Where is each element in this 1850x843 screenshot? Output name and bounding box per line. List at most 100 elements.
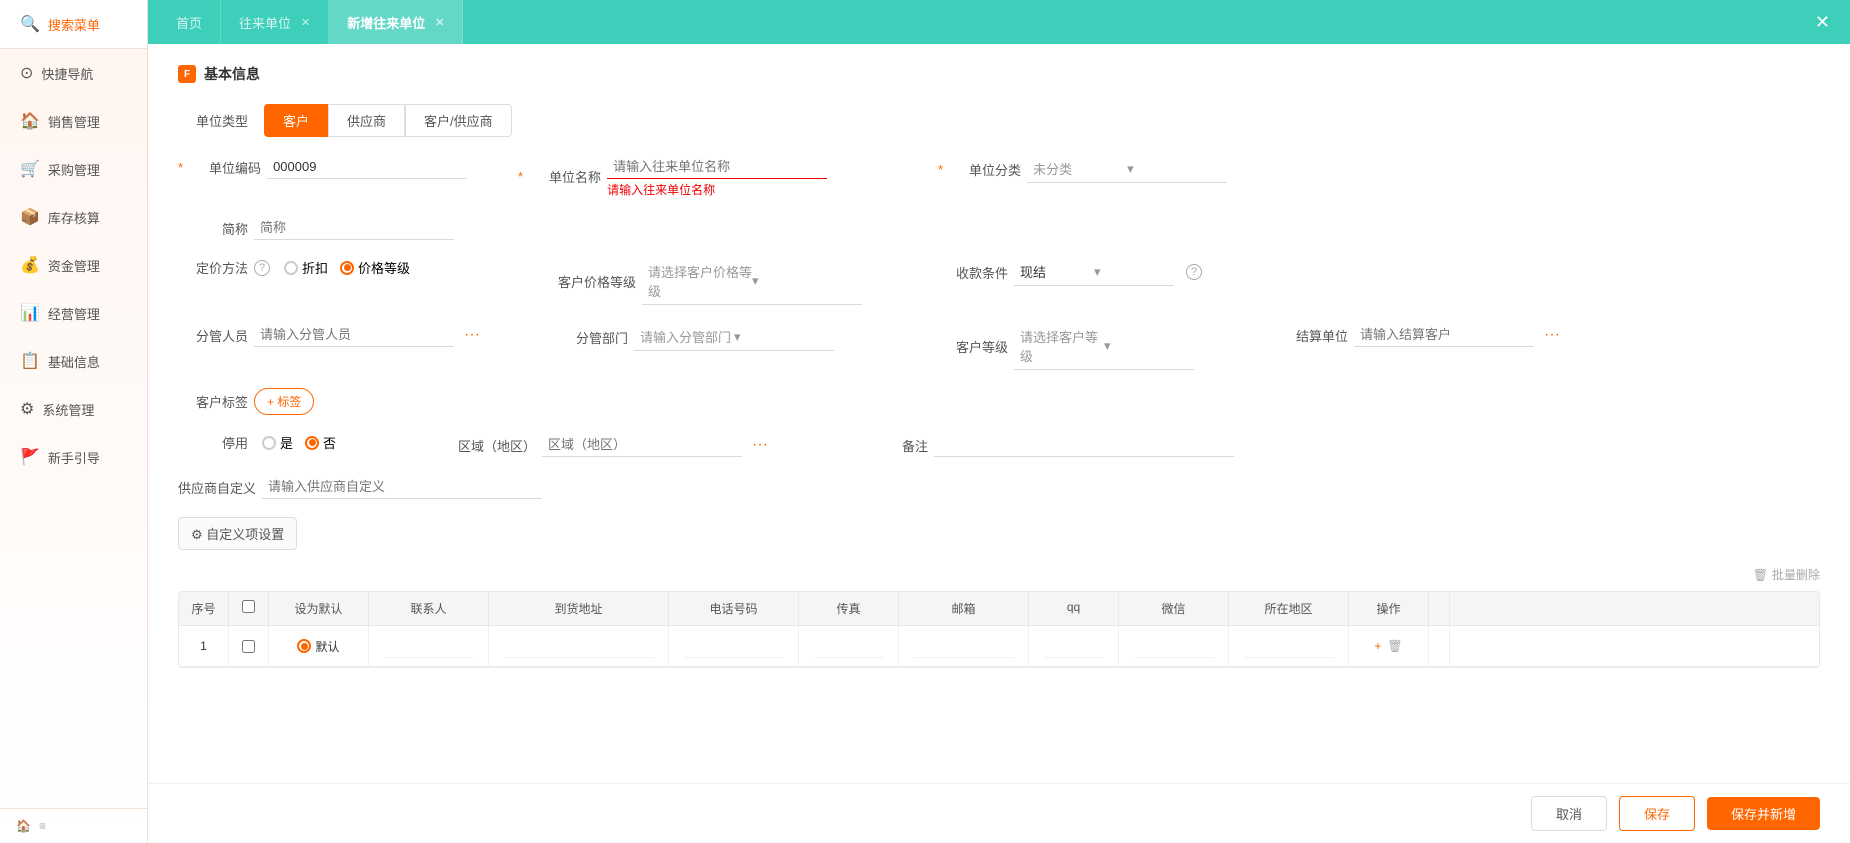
custom-settings-button[interactable]: ⚙ 自定义项设置 [178,517,297,550]
radio-no-label: 否 [323,433,336,452]
unit-type-row: 单位类型 客户 供应商 客户/供应商 [178,104,1820,137]
row-addr-input[interactable] [504,634,654,658]
supplier-custom-row: 供应商自定义 [178,475,1820,499]
customer-grade-select[interactable]: 请选择客户等级 ▾ [1014,323,1194,370]
unit-name-input[interactable] [607,155,827,179]
supplier-custom-label: 供应商自定义 [178,478,256,497]
sidebar-bottom: 🏠 ≡ [0,808,147,843]
default-radio[interactable]: 默认 [297,638,339,655]
department-select[interactable]: 请输入分管部门 ▾ [634,323,834,351]
tab-new-contact[interactable]: 新增往来单位 ✕ [329,0,463,44]
sidebar-item-finance[interactable]: 💰 资金管理 [0,241,147,289]
pricing-help-icon[interactable]: ? [254,260,270,276]
chevron-grade-icon: ▾ [752,273,856,289]
department-field: 分管部门 请输入分管部门 ▾ [558,323,938,351]
tab-home[interactable]: 首页 [158,0,221,44]
radio-grade-label: 价格等级 [358,258,410,277]
unit-code-input[interactable] [267,155,467,179]
region-input[interactable] [542,433,742,457]
tab-new-contact-label: 新增往来单位 [347,13,425,32]
th-checkbox[interactable] [242,600,255,613]
customer-price-grade-placeholder: 请选择客户价格等级 [648,262,752,300]
unit-btn-supplier[interactable]: 供应商 [328,104,405,137]
td-region [1229,626,1349,666]
remark-label: 备注 [858,436,928,455]
th-qq: qq [1029,592,1119,625]
pricing-row: 定价方法 ? 折扣 价格等级 客户价格等级 请选择客户价格等级 [178,258,1820,305]
disabled-label: 停用 [178,433,248,452]
radio-no[interactable]: 否 [305,433,336,452]
operations-icon: 📊 [20,303,40,323]
table-header: 序号 设为默认 联系人 到货地址 电话号码 传真 邮箱 qq 微信 所在地区 操… [179,592,1819,626]
settlement-unit-input[interactable] [1354,323,1534,347]
td-phone [669,626,799,666]
supervisor-row: 分管人员 ··· 分管部门 请输入分管部门 ▾ 客户等级 请选择客户等级 ▾ [178,323,1820,370]
sidebar-item-sales[interactable]: 🏠 销售管理 [0,97,147,145]
sidebar-item-operations[interactable]: 📊 经营管理 [0,289,147,337]
th-weixin: 微信 [1119,592,1229,625]
supervisor-more-icon[interactable]: ··· [460,326,484,344]
sidebar-item-basics[interactable]: 📋 基础信息 [0,337,147,385]
save-button[interactable]: 保存 [1619,796,1695,831]
sidebar-item-search[interactable]: 🔍 搜索菜单 [0,0,147,49]
radio-grade[interactable]: 价格等级 [340,258,410,277]
cancel-button[interactable]: 取消 [1531,796,1607,831]
payment-terms-select[interactable]: 现结 ▾ [1014,258,1174,286]
batch-delete-btn[interactable]: 🗑 批量删除 [1753,566,1820,583]
tab-new-contact-close[interactable]: ✕ [435,16,444,29]
row-checkbox[interactable] [242,640,255,653]
row-email-input[interactable] [914,634,1014,658]
row-region-input[interactable] [1244,634,1334,658]
region-more-icon[interactable]: ··· [748,436,772,454]
unit-btn-both[interactable]: 客户/供应商 [405,104,512,137]
newguide-icon: 🚩 [20,447,40,467]
row-phone-input[interactable] [684,634,784,658]
row-contact-input[interactable] [384,634,474,658]
customer-tag-row: 客户标签 + 标签 [178,388,1820,415]
unit-type-label: 单位类型 [178,111,248,130]
row-weixin-input[interactable] [1134,634,1214,658]
disabled-radio-group: 是 否 [262,433,336,452]
radio-yes[interactable]: 是 [262,433,293,452]
td-default: 默认 [269,626,369,666]
sidebar-item-quicknav[interactable]: ⊙ 快捷导航 [0,49,147,97]
payment-help-icon[interactable]: ? [1186,264,1202,280]
main-area: 首页 往来单位 ✕ 新增往来单位 ✕ ✕ F 基本信息 单位类型 客户 供应商 [148,0,1850,843]
customer-grade-placeholder: 请选择客户等级 [1020,327,1104,365]
window-close-btn[interactable]: ✕ [1805,12,1840,33]
sidebar-basics-label: 基础信息 [48,352,100,371]
sidebar-search-label: 搜索菜单 [48,15,100,34]
tab-contacts-label: 往来单位 [239,13,291,32]
sidebar-item-inventory[interactable]: 📦 库存核算 [0,193,147,241]
tab-contacts-close[interactable]: ✕ [301,16,310,29]
sidebar-item-newguide[interactable]: 🚩 新手引导 [0,433,147,481]
supervisor-input[interactable] [254,323,454,347]
unit-category-field: * 单位分类 未分类 ▾ [938,155,1278,183]
td-weixin [1119,626,1229,666]
row-delete-icon[interactable]: 🗑 [1387,639,1402,653]
supervisor-field: 分管人员 ··· [178,323,558,347]
row-add-icon[interactable]: + [1374,639,1381,653]
tab-bar: 首页 往来单位 ✕ 新增往来单位 ✕ ✕ [148,0,1850,44]
remark-input[interactable] [934,433,1234,457]
settlement-more-icon[interactable]: ··· [1540,326,1564,344]
row-fax-input[interactable] [814,634,884,658]
abbreviation-input[interactable] [254,216,454,240]
unit-btn-customer[interactable]: 客户 [264,104,328,137]
radio-yes-circle [262,436,276,450]
unit-type-field: 单位类型 客户 供应商 客户/供应商 [178,104,1820,137]
unit-category-select[interactable]: 未分类 ▾ [1027,155,1227,183]
sidebar-item-purchase[interactable]: 🛒 采购管理 [0,145,147,193]
tab-contacts[interactable]: 往来单位 ✕ [221,0,329,44]
radio-discount[interactable]: 折扣 [284,258,328,277]
sidebar-item-system[interactable]: ⚙ 系统管理 [0,385,147,433]
unit-info-row: * 单位编码 * 单位名称 请输入往来单位名称 * 单位分类 未分类 ▾ [178,155,1820,198]
row-qq-input[interactable] [1044,634,1104,658]
customer-price-grade-field: 客户价格等级 请选择客户价格等级 ▾ [558,258,938,305]
unit-name-input-container: 请输入往来单位名称 [607,155,827,198]
save-new-button[interactable]: 保存并新增 [1707,797,1820,830]
unit-code-field: * 单位编码 [178,155,518,179]
customer-price-grade-select[interactable]: 请选择客户价格等级 ▾ [642,258,862,305]
add-tag-button[interactable]: + 标签 [254,388,314,415]
supplier-custom-input[interactable] [262,475,542,499]
